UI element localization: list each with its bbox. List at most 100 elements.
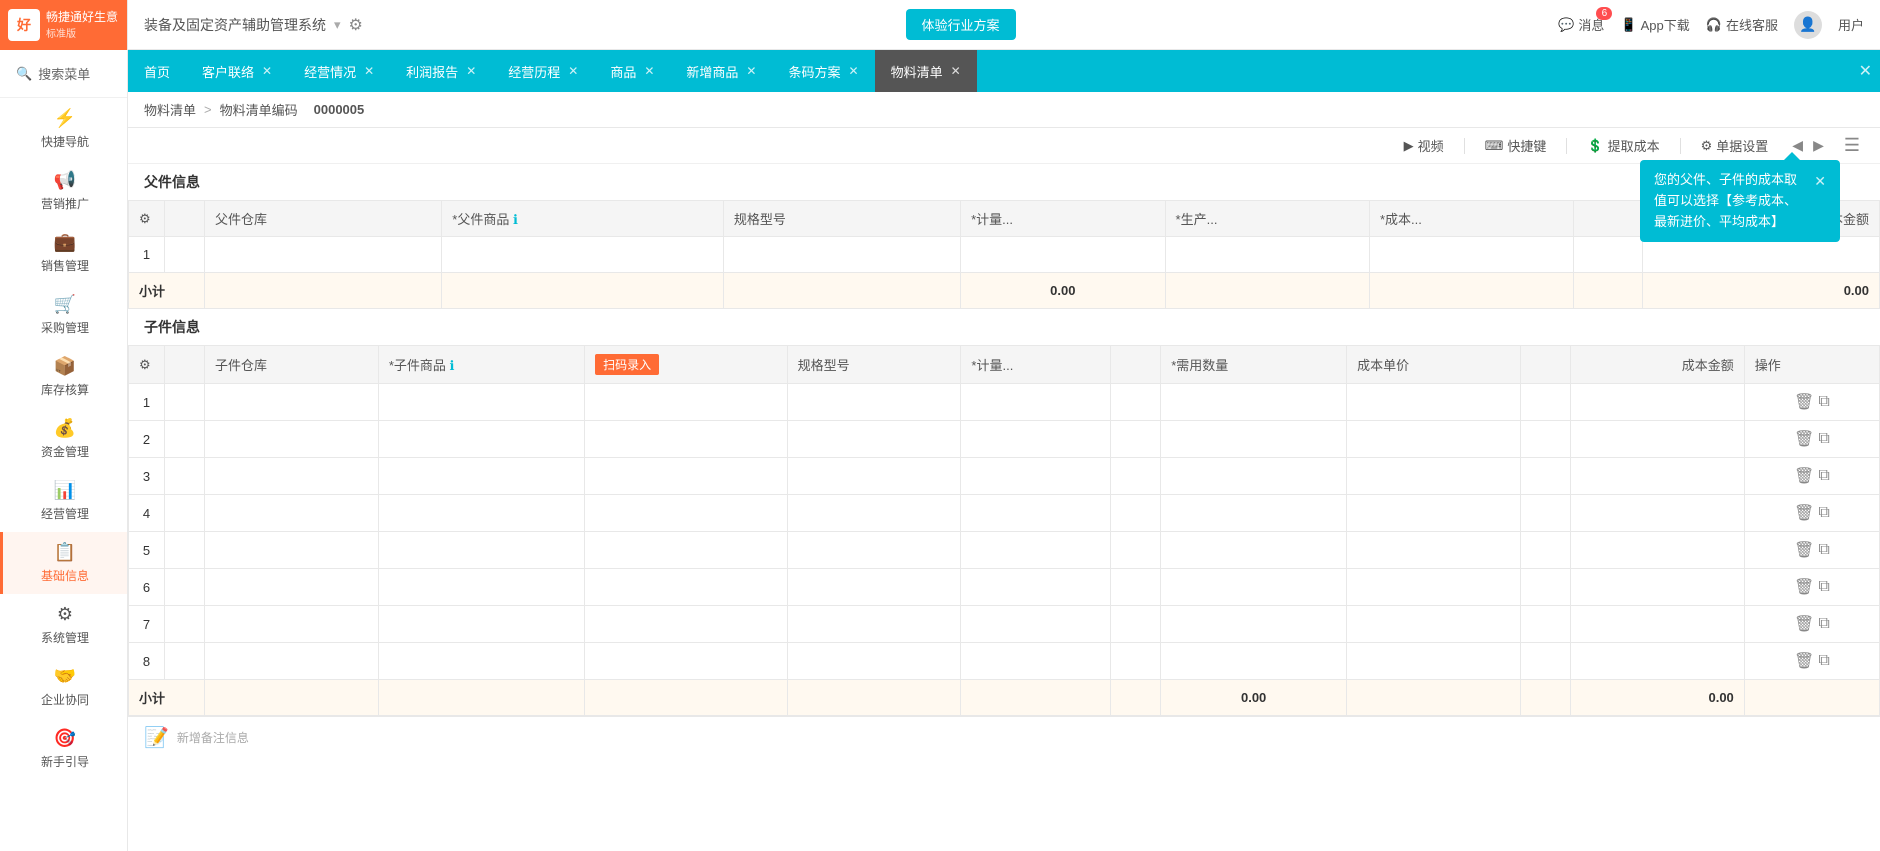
- sidebar-item-operations[interactable]: 📊 经营管理: [0, 470, 127, 532]
- search-menu-button[interactable]: 🔍 搜索菜单: [8, 58, 119, 89]
- parent-row1-warehouse[interactable]: [205, 237, 442, 273]
- child-row3-delete-button[interactable]: 🗑: [1794, 466, 1814, 486]
- child-row4-product[interactable]: [378, 495, 584, 532]
- sidebar-item-basic-info[interactable]: 📋 基础信息: [0, 532, 127, 594]
- breadcrumb-bom[interactable]: 物料清单: [144, 100, 196, 119]
- child-row1-unit-cost[interactable]: [1347, 384, 1521, 421]
- child-row4-spec[interactable]: [787, 495, 961, 532]
- child-row5-delete-button[interactable]: 🗑: [1794, 540, 1814, 560]
- child-row6-need-qty[interactable]: [1161, 569, 1347, 606]
- tab-barcode[interactable]: 条码方案 ✕: [772, 50, 874, 92]
- child-row4-unit-cost[interactable]: [1347, 495, 1521, 532]
- tab-customer-close[interactable]: ✕: [262, 64, 272, 78]
- child-row5-unit-cost[interactable]: [1347, 532, 1521, 569]
- child-row5-warehouse[interactable]: [205, 532, 379, 569]
- child-row8-unit[interactable]: [961, 643, 1111, 680]
- tab-new-product[interactable]: 新增商品 ✕: [670, 50, 772, 92]
- child-row1-delete-button[interactable]: 🗑: [1794, 392, 1814, 412]
- message-badge[interactable]: 💬 消息 6: [1558, 15, 1604, 34]
- child-row7-product[interactable]: [378, 606, 584, 643]
- child-row3-product[interactable]: [378, 458, 584, 495]
- sidebar-item-inventory[interactable]: 📦 库存核算: [0, 346, 127, 408]
- tab-home[interactable]: 首页: [128, 50, 186, 92]
- scan-button[interactable]: 扫码录入: [595, 354, 659, 375]
- parent-row1-produce[interactable]: [1165, 237, 1369, 273]
- child-row6-unit[interactable]: [961, 569, 1111, 606]
- child-row3-copy-button[interactable]: ⧉: [1818, 467, 1829, 485]
- child-row5-product[interactable]: [378, 532, 584, 569]
- tab-profit-close[interactable]: ✕: [466, 64, 476, 78]
- tab-product[interactable]: 商品 ✕: [594, 50, 670, 92]
- child-row5-need-qty[interactable]: [1161, 532, 1347, 569]
- child-row2-spec[interactable]: [787, 421, 961, 458]
- parent-row1-spec[interactable]: [723, 237, 960, 273]
- child-row8-need-qty[interactable]: [1161, 643, 1347, 680]
- child-row4-warehouse[interactable]: [205, 495, 379, 532]
- child-row3-need-qty[interactable]: [1161, 458, 1347, 495]
- child-row3-unit[interactable]: [961, 458, 1111, 495]
- shortcut-button[interactable]: ⌨ 快捷键: [1477, 132, 1555, 159]
- tab-business[interactable]: 经营情况 ✕: [288, 50, 390, 92]
- topbar-settings-button[interactable]: ⚙: [349, 15, 363, 35]
- trial-button[interactable]: 体验行业方案: [906, 9, 1016, 40]
- parent-row1-cost[interactable]: [1369, 237, 1573, 273]
- tab-new-product-close[interactable]: ✕: [746, 64, 756, 78]
- child-row5-spec[interactable]: [787, 532, 961, 569]
- th-child-scan[interactable]: 扫码录入: [585, 346, 787, 384]
- child-row2-copy-button[interactable]: ⧉: [1818, 430, 1829, 448]
- tooltip-close-button[interactable]: ✕: [1814, 170, 1826, 192]
- avatar[interactable]: 👤: [1794, 11, 1822, 39]
- cost-button[interactable]: 💲 提取成本: [1579, 132, 1667, 159]
- child-row1-warehouse[interactable]: [205, 384, 379, 421]
- child-row1-product[interactable]: [378, 384, 584, 421]
- child-row6-unit-cost[interactable]: [1347, 569, 1521, 606]
- sidebar-item-guide[interactable]: 🎯 新手引导: [0, 718, 127, 780]
- child-row5-copy-button[interactable]: ⧉: [1818, 541, 1829, 559]
- child-row4-copy-button[interactable]: ⧉: [1818, 504, 1829, 522]
- child-row1-spec[interactable]: [787, 384, 961, 421]
- menu-button[interactable]: ☰: [1840, 133, 1864, 158]
- th-child-settings[interactable]: ⚙: [129, 346, 165, 384]
- sidebar-item-system[interactable]: ⚙ 系统管理: [0, 594, 127, 656]
- sidebar-item-purchase[interactable]: 🛒 采购管理: [0, 284, 127, 346]
- parent-row1-product[interactable]: [442, 237, 724, 273]
- parent-row1-qty[interactable]: [961, 237, 1165, 273]
- child-row7-need-qty[interactable]: [1161, 606, 1347, 643]
- child-row6-warehouse[interactable]: [205, 569, 379, 606]
- tab-history-close[interactable]: ✕: [568, 64, 578, 78]
- child-row2-delete-button[interactable]: 🗑: [1794, 429, 1814, 449]
- sidebar-item-enterprise[interactable]: 🤝 企业协同: [0, 656, 127, 718]
- child-row7-spec[interactable]: [787, 606, 961, 643]
- tab-profit[interactable]: 利润报告 ✕: [390, 50, 492, 92]
- child-row7-unit-cost[interactable]: [1347, 606, 1521, 643]
- child-row4-need-qty[interactable]: [1161, 495, 1347, 532]
- child-row6-delete-button[interactable]: 🗑: [1794, 577, 1814, 597]
- child-row8-spec[interactable]: [787, 643, 961, 680]
- child-row4-delete-button[interactable]: 🗑: [1794, 503, 1814, 523]
- child-row1-need-qty[interactable]: [1161, 384, 1347, 421]
- child-row7-unit[interactable]: [961, 606, 1111, 643]
- child-row2-warehouse[interactable]: [205, 421, 379, 458]
- child-row6-copy-button[interactable]: ⧉: [1818, 578, 1829, 596]
- child-row6-spec[interactable]: [787, 569, 961, 606]
- tab-bom[interactable]: 物料清单 ✕: [875, 50, 977, 92]
- th-parent-settings[interactable]: ⚙: [129, 201, 165, 237]
- child-row6-product[interactable]: [378, 569, 584, 606]
- child-row8-unit-cost[interactable]: [1347, 643, 1521, 680]
- child-row8-product[interactable]: [378, 643, 584, 680]
- child-row3-spec[interactable]: [787, 458, 961, 495]
- child-row7-warehouse[interactable]: [205, 606, 379, 643]
- child-row2-unit-cost[interactable]: [1347, 421, 1521, 458]
- child-row8-copy-button[interactable]: ⧉: [1818, 652, 1829, 670]
- tab-bom-close[interactable]: ✕: [951, 64, 961, 78]
- next-button[interactable]: ▶: [1809, 135, 1828, 156]
- child-row4-unit[interactable]: [961, 495, 1111, 532]
- child-row1-copy-button[interactable]: ⧉: [1818, 393, 1829, 411]
- child-row7-delete-button[interactable]: 🗑: [1794, 614, 1814, 634]
- tab-customer[interactable]: 客户联络 ✕: [186, 50, 288, 92]
- child-row3-unit-cost[interactable]: [1347, 458, 1521, 495]
- tab-history[interactable]: 经营历程 ✕: [492, 50, 594, 92]
- child-row2-unit[interactable]: [961, 421, 1111, 458]
- tab-product-close[interactable]: ✕: [644, 64, 654, 78]
- settings-button[interactable]: ⚙ 单据设置: [1693, 132, 1777, 159]
